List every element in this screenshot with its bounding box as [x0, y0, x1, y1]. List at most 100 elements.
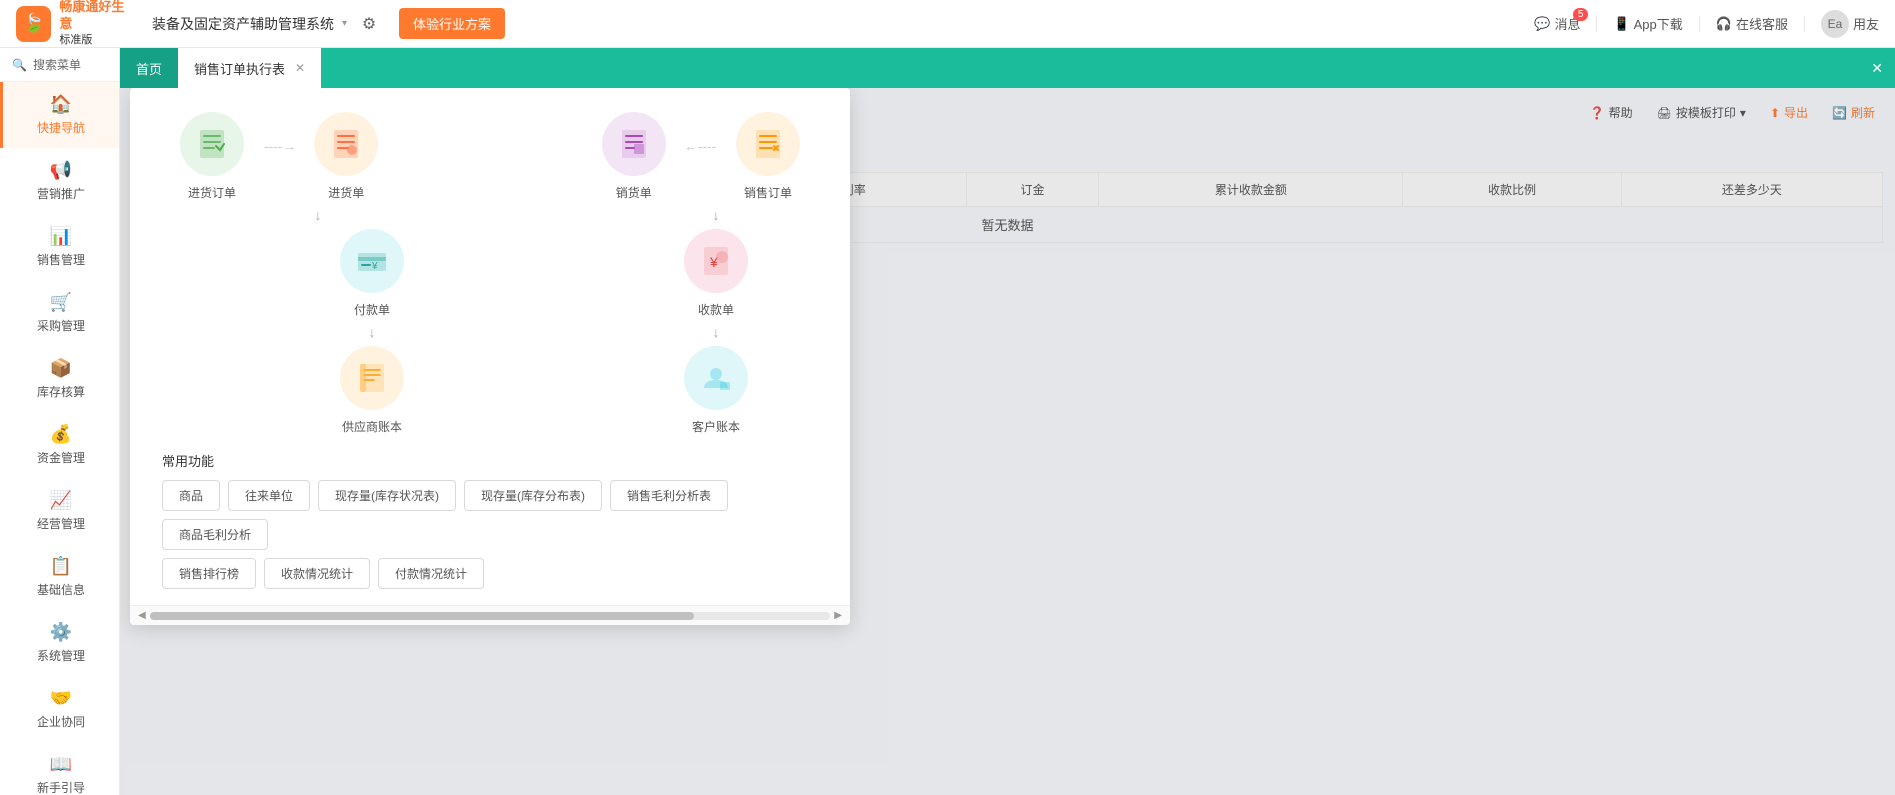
top-header: 🍃 畅康通好生意 标准版 装备及固定资产辅助管理系统 ▾ ⚙ 体验行业方案 💬 … [0, 0, 1895, 48]
collab-icon: 🤝 [50, 688, 72, 709]
sales-bill-circle [602, 112, 666, 176]
customer-ledger-label: 客户账本 [692, 418, 740, 435]
flow-node-purchase-bill[interactable]: 进货单 [296, 112, 396, 201]
operations-label: 经营管理 [37, 515, 85, 532]
user-name: 用友 [1853, 14, 1879, 33]
sidebar-item-guide[interactable]: 📖 新手引导 [0, 742, 119, 795]
scroll-bar-area: ◀ ▶ [130, 605, 850, 625]
guide-label: 新手引导 [37, 779, 85, 795]
scroll-track[interactable] [150, 612, 831, 620]
sales-bill-icon [616, 126, 652, 162]
payment-bill-label: 付款单 [354, 301, 390, 318]
divider-3 [1804, 16, 1805, 32]
quick-nav-label: 快捷导航 [37, 119, 85, 136]
receipt-bill-icon: ¥ [698, 243, 734, 279]
app-download-label: App下载 [1634, 14, 1683, 33]
purchase-order-label: 进货订单 [188, 184, 236, 201]
function-grid-2: 销售排行榜 收款情况统计 付款情况统计 [162, 558, 818, 589]
arrow-down-1: ↓ [268, 207, 368, 223]
func-btn-sales-margin[interactable]: 销售毛利分析表 [610, 480, 728, 511]
main-layout: 🔍 搜索菜单 🏠 快捷导航 📢 营销推广 📊 销售管理 🛒 采购管理 📦 [0, 48, 1895, 795]
flow-node-payment-bill[interactable]: ¥ 付款单 [322, 229, 422, 318]
base-info-icon: 📋 [50, 556, 72, 577]
sales-label: 销售管理 [37, 251, 85, 268]
purchase-label: 采购管理 [37, 317, 85, 334]
marketing-icon: 📢 [50, 160, 72, 181]
sidebar-item-operations[interactable]: 📈 经营管理 [0, 478, 119, 544]
tab-home-label: 首页 [136, 59, 162, 78]
tab-home[interactable]: 首页 [120, 48, 178, 88]
app-download-btn[interactable]: 📱 App下载 [1613, 14, 1682, 33]
sidebar-item-sales[interactable]: 📊 销售管理 [0, 214, 119, 280]
flow-node-customer-ledger[interactable]: 客户账本 [666, 346, 766, 435]
message-btn[interactable]: 💬 消息 5 [1534, 14, 1580, 33]
tab-bar-close-btn[interactable]: ✕ [1867, 56, 1887, 81]
flow-row-3: 供应商账本 [162, 346, 818, 435]
inventory-label: 库存核算 [37, 383, 85, 400]
sidebar-item-collab[interactable]: 🤝 企业协同 [0, 676, 119, 742]
function-grid: 商品 往来单位 现存量(库存状况表) 现存量(库存分布表) 销售毛利分析表 商品… [162, 480, 818, 550]
flow-node-sales-bill[interactable]: 销货单 [584, 112, 684, 201]
collab-label: 企业协同 [37, 713, 85, 730]
user-area[interactable]: Ea 用友 [1821, 10, 1879, 38]
supplier-ledger-label: 供应商账本 [342, 418, 402, 435]
divider-1 [1596, 16, 1597, 32]
system-title-text: 装备及固定资产辅助管理系统 [152, 14, 334, 34]
func-btn-product[interactable]: 商品 [162, 480, 220, 511]
online-service-btn[interactable]: 🎧 在线客服 [1716, 14, 1788, 33]
scroll-right-arrow[interactable]: ▶ [834, 610, 842, 621]
payment-bill-icon: ¥ [354, 243, 390, 279]
flow-node-sales-order[interactable]: 销售订单 [718, 112, 818, 201]
customer-ledger-circle [684, 346, 748, 410]
sales-bill-label: 销货单 [616, 184, 652, 201]
system-dropdown-icon[interactable]: ▾ [342, 18, 347, 29]
sidebar-item-base-info[interactable]: 📋 基础信息 [0, 544, 119, 610]
brand-name: 畅康通好生意 [59, 0, 136, 33]
func-btn-inventory-dist[interactable]: 现存量(库存分布表) [464, 480, 602, 511]
func-btn-payment-stats[interactable]: 付款情况统计 [378, 558, 484, 589]
sidebar: 🔍 搜索菜单 🏠 快捷导航 📢 营销推广 📊 销售管理 🛒 采购管理 📦 [0, 48, 120, 795]
func-btn-product-margin[interactable]: 商品毛利分析 [162, 519, 268, 550]
sales-order-label: 销售订单 [744, 184, 792, 201]
func-btn-inventory-status[interactable]: 现存量(库存状况表) [318, 480, 456, 511]
scroll-left-arrow[interactable]: ◀ [138, 610, 146, 621]
arrow-po-to-pb: - - - - → [262, 138, 296, 176]
sidebar-item-purchase[interactable]: 🛒 采购管理 [0, 280, 119, 346]
tab-close-icon[interactable]: ✕ [295, 61, 305, 75]
purchase-order-circle [180, 112, 244, 176]
receipt-bill-label: 收款单 [698, 301, 734, 318]
modal-box: 进货订单 - - - - → [130, 88, 850, 625]
search-menu-area[interactable]: 🔍 搜索菜单 [0, 48, 119, 82]
logo-text: 畅康通好生意 标准版 [59, 0, 136, 48]
payment-bill-circle: ¥ [340, 229, 404, 293]
func-btn-partners[interactable]: 往来单位 [228, 480, 310, 511]
tab-sales-exec[interactable]: 销售订单执行表 ✕ [178, 48, 321, 88]
finance-label: 资金管理 [37, 449, 85, 466]
flow-node-supplier-ledger[interactable]: 供应商账本 [322, 346, 422, 435]
sidebar-item-system[interactable]: ⚙️ 系统管理 [0, 610, 119, 676]
settings-gear-btn[interactable]: ⚙ [355, 10, 383, 38]
scroll-thumb [150, 612, 694, 620]
arrow-down-2: ↓ [666, 207, 766, 223]
sidebar-item-quick-nav[interactable]: 🏠 快捷导航 [0, 82, 119, 148]
base-info-label: 基础信息 [37, 581, 85, 598]
flow-node-receipt-bill[interactable]: ¥ 收款单 [666, 229, 766, 318]
func-btn-receipt-stats[interactable]: 收款情况统计 [264, 558, 370, 589]
sales-icon: 📊 [50, 226, 72, 247]
customer-ledger-icon [698, 360, 734, 396]
sidebar-item-finance[interactable]: 💰 资金管理 [0, 412, 119, 478]
common-section-title: 常用功能 [162, 451, 818, 470]
modal-overlay: 进货订单 - - - - → [120, 88, 1895, 795]
sidebar-item-marketing[interactable]: 📢 营销推广 [0, 148, 119, 214]
brand-version: 标准版 [59, 33, 136, 47]
func-btn-sales-rank[interactable]: 销售排行榜 [162, 558, 256, 589]
message-icon: 💬 [1534, 16, 1550, 32]
supplier-ledger-circle [340, 346, 404, 410]
header-right: 💬 消息 5 📱 App下载 🎧 在线客服 Ea 用友 [1534, 10, 1879, 38]
purchase-bill-icon [328, 126, 364, 162]
logo-area: 🍃 畅康通好生意 标准版 [16, 0, 136, 48]
sidebar-item-inventory[interactable]: 📦 库存核算 [0, 346, 119, 412]
trial-btn[interactable]: 体验行业方案 [399, 8, 505, 39]
search-label: 搜索菜单 [33, 56, 81, 73]
flow-node-purchase-order[interactable]: 进货订单 [162, 112, 262, 201]
